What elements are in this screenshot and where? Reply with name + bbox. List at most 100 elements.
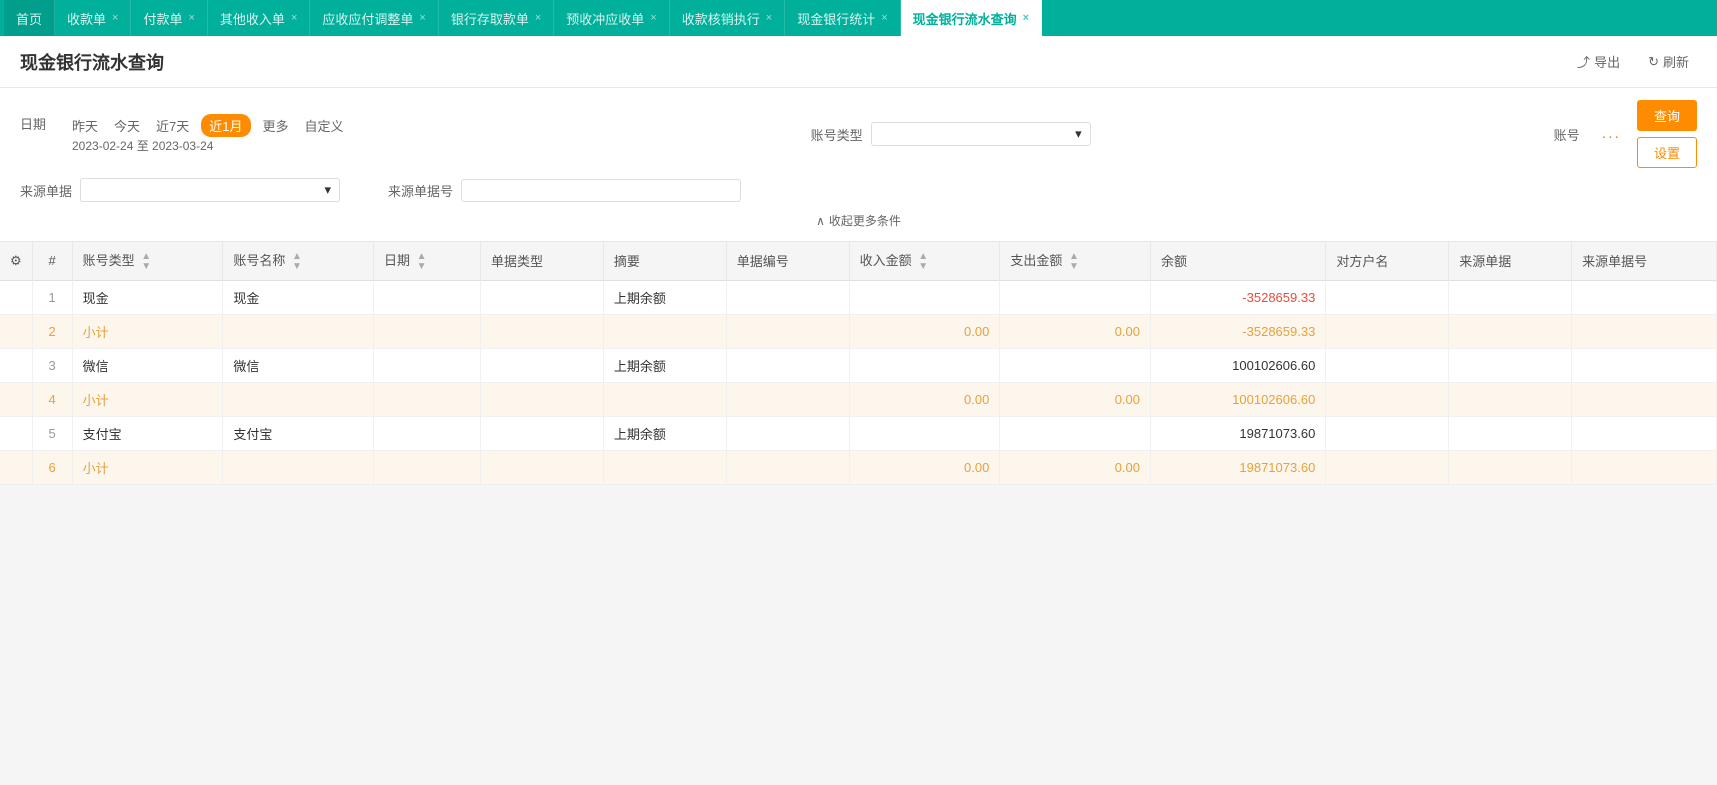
query-button[interactable]: 查询 [1637,100,1697,131]
table-row: 5支付宝支付宝上期余额19871073.60 [0,416,1717,450]
close-receipt-verify-icon[interactable]: × [766,12,772,24]
cell-income: 0.00 [849,382,1000,416]
table-header-row: ⚙ # 账号类型 ▲▼ 账号名称 ▲▼ 日期 ▲▼ 单据类型 摘要 单据编号 收… [0,242,1717,280]
cell-summary [603,450,726,484]
cell-source-doc-no [1572,382,1717,416]
cell-doc-no [726,450,849,484]
date-yesterday[interactable]: 昨天 [68,114,102,137]
table-row: 4小计0.000.00100102606.60 [0,382,1717,416]
sort-expense-icon: ▲▼ [1069,252,1079,272]
source-doc-no-input[interactable] [461,179,741,202]
close-cash-bank-stat-icon[interactable]: × [881,12,887,24]
cell-counterpart [1326,382,1449,416]
close-bank-deposit-icon[interactable]: × [535,12,541,24]
date-today[interactable]: 今天 [110,114,144,137]
nav-tab-receipt[interactable]: 收款单 × [55,0,131,36]
account-type-chevron-icon: ▾ [1075,126,1082,142]
cell-account-name: 支付宝 [223,416,374,450]
nav-tab-home[interactable]: 首页 [4,0,55,36]
source-doc-label: 来源单据 [20,181,72,200]
collapse-label: 收起更多条件 [829,212,901,229]
collapse-bar[interactable]: ∧ 收起更多条件 [20,212,1697,229]
cell-balance: 100102606.60 [1151,382,1326,416]
table-container: ⚙ # 账号类型 ▲▼ 账号名称 ▲▼ 日期 ▲▼ 单据类型 摘要 单据编号 收… [0,242,1717,485]
date-filter-group: 日期 昨天 今天 近7天 近1月 更多 自定义 2023-02-24 至 202… [20,114,348,154]
cell-date [374,314,481,348]
source-doc-no-label: 来源单据号 [388,181,453,200]
close-cash-bank-flow-icon[interactable]: × [1023,12,1029,24]
sort-date-icon: ▲▼ [417,252,427,272]
cell-expense [1000,416,1151,450]
close-other-income-icon[interactable]: × [291,12,297,24]
th-account-name[interactable]: 账号名称 ▲▼ [223,242,374,280]
nav-tab-ar-ap-adjust[interactable]: 应收应付调整单 × [310,0,438,36]
nav-tab-prepay-offset[interactable]: 预收冲应收单 × [554,0,669,36]
top-nav: 首页 收款单 × 付款单 × 其他收入单 × 应收应付调整单 × 银行存取款单 … [0,0,1717,36]
export-button[interactable]: ⤴ 导出 [1569,48,1628,75]
cell-expense: 0.00 [1000,382,1151,416]
th-counterpart: 对方户名 [1326,242,1449,280]
cell-source-doc [1449,280,1572,314]
cell-doc-type [480,314,603,348]
cell-gear [0,382,32,416]
cell-source-doc-no [1572,348,1717,382]
cell-gear [0,450,32,484]
cell-source-doc [1449,450,1572,484]
account-filter-group: 账号 ... [1554,125,1621,144]
page-header: 现金银行流水查询 ⤴ 导出 ↻ 刷新 [0,36,1717,88]
th-gear[interactable]: ⚙ [0,242,32,280]
nav-tab-bank-deposit[interactable]: 银行存取款单 × [439,0,554,36]
action-buttons: 查询 设置 [1637,100,1697,168]
source-doc-select[interactable]: ▾ [80,178,340,202]
nav-tab-home-label: 首页 [16,9,42,28]
th-expense[interactable]: 支出金额 ▲▼ [1000,242,1151,280]
cell-income: 0.00 [849,314,1000,348]
account-type-select[interactable]: ▾ [871,122,1091,146]
cell-summary [603,382,726,416]
cell-gear [0,348,32,382]
close-receipt-icon[interactable]: × [112,12,118,24]
cell-balance: 19871073.60 [1151,450,1326,484]
close-ar-ap-adjust-icon[interactable]: × [419,12,425,24]
cell-source-doc [1449,314,1572,348]
cell-account-type: 小计 [72,450,223,484]
nav-tab-cash-bank-stat[interactable]: 现金银行统计 × [785,0,900,36]
th-balance: 余额 [1151,242,1326,280]
date-custom[interactable]: 自定义 [301,114,348,137]
cell-account-type: 小计 [72,382,223,416]
date-7days[interactable]: 近7天 [152,114,193,137]
date-1month[interactable]: 近1月 [201,114,250,137]
th-doc-no: 单据编号 [726,242,849,280]
refresh-button[interactable]: ↻ 刷新 [1640,48,1697,75]
nav-tab-ar-ap-adjust-label: 应收应付调整单 [322,9,413,28]
th-income[interactable]: 收入金额 ▲▼ [849,242,1000,280]
cell-summary: 上期余额 [603,348,726,382]
header-actions: ⤴ 导出 ↻ 刷新 [1569,48,1697,75]
cell-balance: 100102606.60 [1151,348,1326,382]
table-row: 1现金现金上期余额-3528659.33 [0,280,1717,314]
source-doc-chevron-icon: ▾ [324,182,331,198]
cell-source-doc-no [1572,314,1717,348]
close-payment-icon[interactable]: × [188,12,194,24]
cell-summary [603,314,726,348]
th-account-type[interactable]: 账号类型 ▲▼ [72,242,223,280]
cell-no: 4 [32,382,72,416]
table-row: 2小计0.000.00-3528659.33 [0,314,1717,348]
account-ellipsis[interactable]: ... [1602,125,1621,143]
date-more[interactable]: 更多 [259,114,293,137]
nav-tab-cash-bank-flow[interactable]: 现金银行流水查询 × [901,0,1042,36]
refresh-label: 刷新 [1663,52,1689,71]
nav-tab-payment[interactable]: 付款单 × [131,0,207,36]
cell-balance: -3528659.33 [1151,280,1326,314]
nav-tab-other-income[interactable]: 其他收入单 × [208,0,310,36]
table-row: 6小计0.000.0019871073.60 [0,450,1717,484]
nav-tab-receipt-verify[interactable]: 收款核销执行 × [670,0,785,36]
cell-balance: 19871073.60 [1151,416,1326,450]
th-date[interactable]: 日期 ▲▼ [374,242,481,280]
filter-row-2: 来源单据 ▾ 来源单据号 [20,178,1697,202]
date-label: 日期 [20,114,60,133]
settings-button[interactable]: 设置 [1637,137,1697,168]
cell-doc-no [726,348,849,382]
close-prepay-offset-icon[interactable]: × [650,12,656,24]
cell-gear [0,280,32,314]
